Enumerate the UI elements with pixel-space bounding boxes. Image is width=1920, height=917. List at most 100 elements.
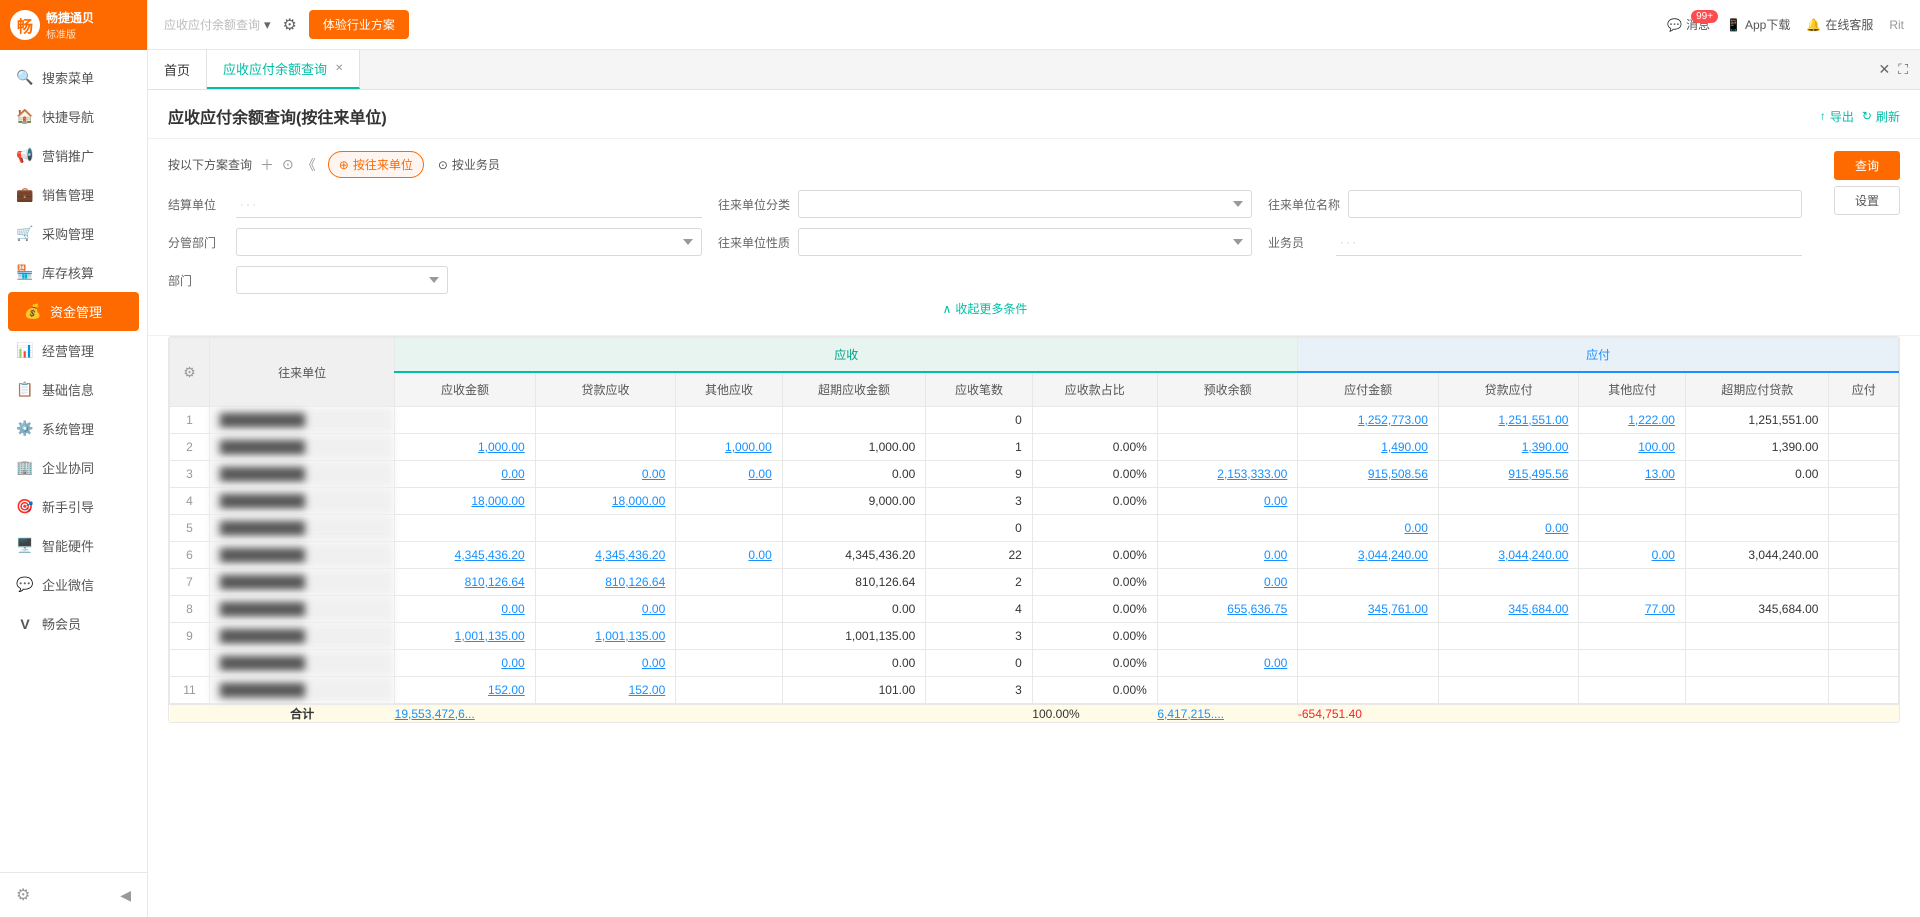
sidebar-item-finance[interactable]: 💰 资金管理 — [8, 292, 139, 331]
cell-recv-amount[interactable]: 0.00 — [395, 650, 536, 677]
cell-loan-recv[interactable]: 18,000.00 — [535, 488, 676, 515]
cell-advance-balance[interactable] — [1157, 407, 1298, 434]
scheme-settings-btn[interactable]: ⊙ — [282, 156, 294, 173]
cell-advance-balance[interactable]: 0.00 — [1157, 488, 1298, 515]
cell-pay-amount[interactable]: 3,044,240.00 — [1298, 542, 1439, 569]
cell-advance-balance[interactable] — [1157, 515, 1298, 542]
cell-loan-pay[interactable]: 915,495.56 — [1438, 461, 1579, 488]
cell-loan-recv[interactable] — [535, 515, 676, 542]
cell-loan-recv[interactable]: 810,126.64 — [535, 569, 676, 596]
cell-recv-amount[interactable]: 0.00 — [395, 596, 536, 623]
sidebar-item-quicknav[interactable]: 🏠 快捷导航 — [0, 97, 147, 136]
cell-other-recv[interactable] — [676, 650, 783, 677]
cell-advance-balance[interactable]: 2,153,333.00 — [1157, 461, 1298, 488]
cell-loan-pay[interactable] — [1438, 488, 1579, 515]
cell-other-pay[interactable] — [1579, 488, 1686, 515]
export-btn[interactable]: ↑ 导出 — [1820, 108, 1854, 125]
cell-other-pay[interactable] — [1579, 650, 1686, 677]
tab-expand-icon[interactable]: ⛶ — [1898, 61, 1908, 78]
cell-other-recv[interactable]: 0.00 — [676, 542, 783, 569]
nature-select[interactable] — [798, 228, 1252, 256]
cell-recv-amount[interactable]: 4,345,436.20 — [395, 542, 536, 569]
settings-btn[interactable]: 设置 — [1834, 186, 1900, 215]
tab-close-all-icon[interactable]: ✕ — [1878, 61, 1890, 78]
cell-advance-balance[interactable]: 0.00 — [1157, 569, 1298, 596]
cell-loan-pay[interactable]: 345,684.00 — [1438, 596, 1579, 623]
cell-pay-amount[interactable] — [1298, 623, 1439, 650]
cell-other-recv[interactable] — [676, 596, 783, 623]
sidebar-item-system[interactable]: ⚙️ 系统管理 — [0, 409, 147, 448]
cell-recv-amount[interactable]: 1,001,135.00 — [395, 623, 536, 650]
cell-loan-recv[interactable]: 152.00 — [535, 677, 676, 705]
cell-pay-amount[interactable] — [1298, 650, 1439, 677]
cell-advance-balance[interactable] — [1157, 623, 1298, 650]
cell-advance-balance[interactable]: 655,636.75 — [1157, 596, 1298, 623]
cell-other-recv[interactable] — [676, 488, 783, 515]
tab-query[interactable]: 应收应付余额查询 ✕ — [207, 50, 360, 89]
cell-pay-amount[interactable]: 0.00 — [1298, 515, 1439, 542]
cell-other-recv[interactable]: 0.00 — [676, 461, 783, 488]
cell-loan-recv[interactable]: 0.00 — [535, 461, 676, 488]
sidebar-item-guide[interactable]: 🎯 新手引导 — [0, 487, 147, 526]
sidebar-item-marketing[interactable]: 📢 营销推广 — [0, 136, 147, 175]
sidebar-item-hardware[interactable]: 🖥️ 智能硬件 — [0, 526, 147, 565]
cell-loan-recv[interactable]: 0.00 — [535, 596, 676, 623]
sidebar-item-operations[interactable]: 📊 经营管理 — [0, 331, 147, 370]
user-name[interactable]: Rit — [1889, 18, 1904, 32]
cell-advance-balance[interactable]: 0.00 — [1157, 650, 1298, 677]
cell-loan-pay[interactable] — [1438, 677, 1579, 705]
cell-other-pay[interactable]: 1,222.00 — [1579, 407, 1686, 434]
cell-loan-recv[interactable] — [535, 434, 676, 461]
footer-advance-balance[interactable]: 6,417,215.... — [1157, 704, 1298, 722]
cell-other-recv[interactable]: 1,000.00 — [676, 434, 783, 461]
cell-other-recv[interactable] — [676, 515, 783, 542]
header-gear-btn[interactable]: ⚙ — [283, 15, 297, 35]
scheme-option-salesperson[interactable]: ⊙ 按业务员 — [428, 151, 510, 178]
query-btn[interactable]: 查询 — [1834, 151, 1900, 180]
cell-loan-recv[interactable]: 1,001,135.00 — [535, 623, 676, 650]
sidebar-item-wechat[interactable]: 💬 企业微信 — [0, 565, 147, 604]
cell-loan-pay[interactable]: 1,390.00 — [1438, 434, 1579, 461]
trial-btn[interactable]: 体验行业方案 — [309, 10, 409, 39]
cell-pay-amount[interactable]: 345,761.00 — [1298, 596, 1439, 623]
header-dropdown-btn[interactable]: ▾ — [264, 17, 271, 33]
dept-select[interactable] — [236, 228, 702, 256]
table-settings-icon[interactable]: ⚙ — [183, 364, 196, 380]
sidebar-item-basic[interactable]: 📋 基础信息 — [0, 370, 147, 409]
cell-pay-amount[interactable]: 1,252,773.00 — [1298, 407, 1439, 434]
cell-other-pay[interactable]: 13.00 — [1579, 461, 1686, 488]
cell-recv-amount[interactable]: 152.00 — [395, 677, 536, 705]
cell-other-recv[interactable] — [676, 623, 783, 650]
tab-close-btn[interactable]: ✕ — [335, 63, 343, 74]
scheme-collapse-btn[interactable]: 《 — [302, 155, 316, 175]
sidebar-item-member[interactable]: V 畅会员 — [0, 604, 147, 643]
notice-btn[interactable]: 💬 消息 99+ — [1667, 16, 1710, 33]
cell-loan-pay[interactable]: 0.00 — [1438, 515, 1579, 542]
cell-recv-amount[interactable] — [395, 515, 536, 542]
salesperson-input[interactable]: ··· — [1336, 228, 1802, 256]
cell-recv-amount[interactable]: 810,126.64 — [395, 569, 536, 596]
cell-recv-amount[interactable]: 18,000.00 — [395, 488, 536, 515]
cell-recv-amount[interactable]: 0.00 — [395, 461, 536, 488]
cell-other-pay[interactable] — [1579, 623, 1686, 650]
cell-loan-recv[interactable]: 4,345,436.20 — [535, 542, 676, 569]
cell-advance-balance[interactable] — [1157, 677, 1298, 705]
cell-other-recv[interactable] — [676, 677, 783, 705]
name-input[interactable] — [1348, 190, 1802, 218]
cell-pay-amount[interactable] — [1298, 569, 1439, 596]
sidebar-collapse-btn[interactable]: ◀ — [120, 887, 131, 904]
category-select[interactable] — [798, 190, 1252, 218]
cell-loan-pay[interactable] — [1438, 569, 1579, 596]
cell-pay-amount[interactable] — [1298, 677, 1439, 705]
department-select[interactable] — [236, 266, 448, 294]
cell-loan-recv[interactable] — [535, 407, 676, 434]
sidebar-item-inventory[interactable]: 🏪 库存核算 — [0, 253, 147, 292]
scheme-add-btn[interactable]: ＋ — [260, 155, 274, 175]
tab-home[interactable]: 首页 — [148, 50, 207, 89]
cell-loan-pay[interactable] — [1438, 650, 1579, 677]
cell-other-pay[interactable]: 0.00 — [1579, 542, 1686, 569]
sidebar-settings-btn[interactable]: ⚙ — [16, 885, 30, 905]
cell-loan-pay[interactable]: 3,044,240.00 — [1438, 542, 1579, 569]
online-service-btn[interactable]: 🔔 在线客服 — [1806, 16, 1873, 33]
sidebar-item-sales[interactable]: 💼 销售管理 — [0, 175, 147, 214]
